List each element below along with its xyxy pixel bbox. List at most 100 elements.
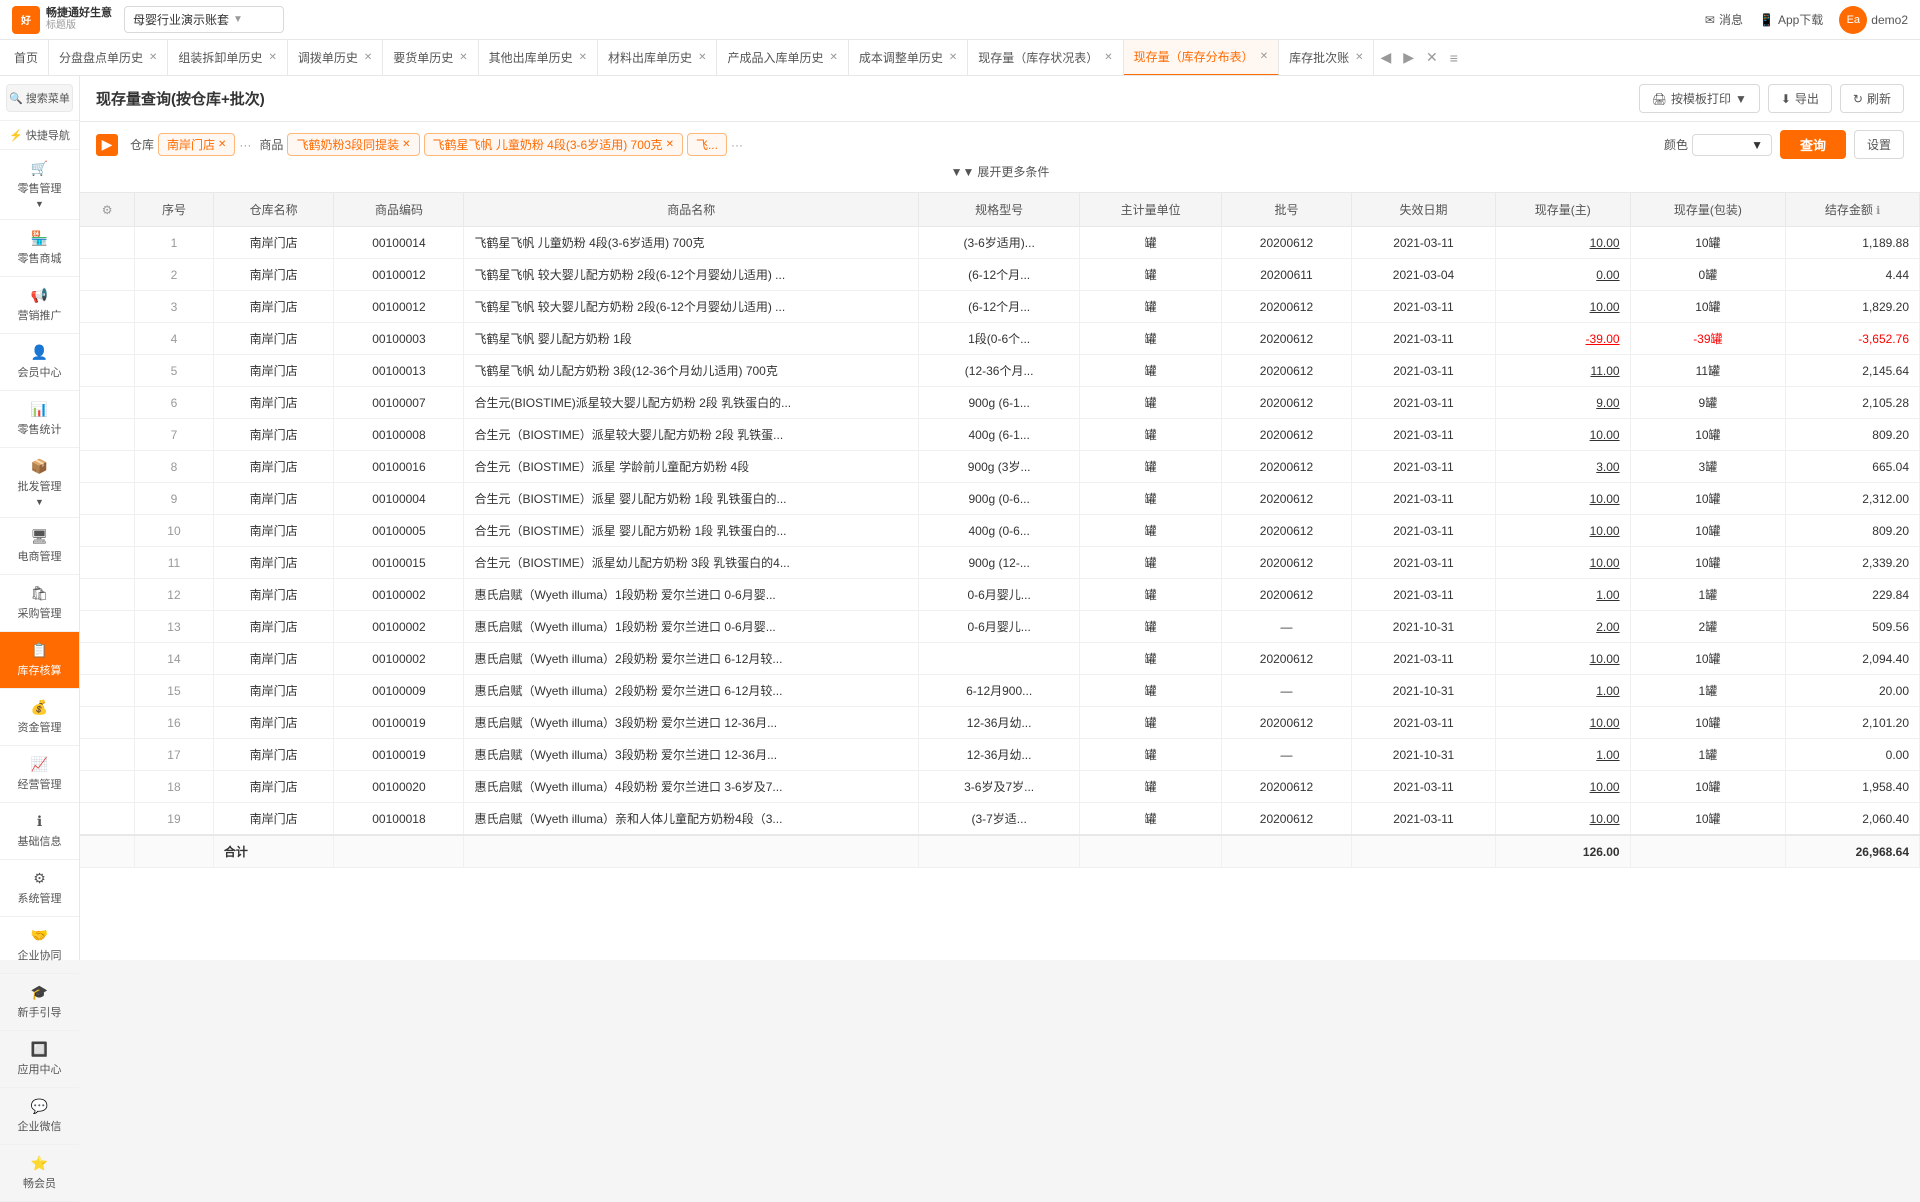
filter-row: ▶ 仓库 南岸门店 ✕ ··· 商品 飞鹤奶粉3段同提装 ✕ <box>96 130 1904 159</box>
table-row: 2 南岸门店 00100012 飞鹤星飞帆 较大婴儿配方奶粉 2段(6-12个月… <box>80 259 1920 291</box>
sidebar-item-corp[interactable]: 🤝 企业协同 <box>0 917 79 974</box>
sidebar-item-wholesale[interactable]: 📦 批发管理 ▼ <box>0 448 79 518</box>
tab-inventory-split[interactable]: 分盘盘点单历史 ✕ <box>49 40 168 76</box>
num-col-header: 序号 <box>135 193 214 227</box>
tab-close-icon[interactable]: ✕ <box>459 52 467 63</box>
quick-nav-btn[interactable]: ⚡ 快捷导航 <box>0 121 79 150</box>
tab-close-icon[interactable]: ✕ <box>1260 51 1268 62</box>
table-row: 3 南岸门店 00100012 飞鹤星飞帆 较大婴儿配方奶粉 2段(6-12个月… <box>80 291 1920 323</box>
tab-home[interactable]: 首页 <box>4 40 49 76</box>
member-icon: 👤 <box>31 344 48 361</box>
tab-close-icon[interactable]: ✕ <box>364 52 372 63</box>
setting-btn[interactable]: 设置 <box>1854 130 1904 159</box>
tab-cost-adjust[interactable]: 成本调整单历史 ✕ <box>849 40 968 76</box>
tab-next-btn[interactable]: ▶ <box>1397 40 1420 76</box>
app-download-btn[interactable]: 📱 App下载 <box>1759 11 1823 28</box>
tab-close-icon[interactable]: ✕ <box>949 52 957 63</box>
tab-prev-btn[interactable]: ◀ <box>1374 40 1397 76</box>
tab-close-icon[interactable]: ✕ <box>149 52 157 63</box>
content-area: 现存量查询(按仓库+批次) 🖨 按模板打印 ▼ ⬇ 导出 ↻ 刷新 <box>80 76 1920 960</box>
arrow-icon: ▼ <box>35 199 44 209</box>
tab-material-out[interactable]: 材料出库单历史 ✕ <box>598 40 717 76</box>
tab-close-icon[interactable]: ✕ <box>579 52 587 63</box>
toggle-icon: ▼▼ <box>951 165 975 179</box>
sidebar-item-member2[interactable]: ⭐ 畅会员 <box>0 1145 79 1202</box>
tab-close-icon[interactable]: ✕ <box>829 52 837 63</box>
product-tag-3: 飞... <box>687 133 727 156</box>
guide-icon: 🎓 <box>31 984 48 1001</box>
tab-require[interactable]: 要货单历史 ✕ <box>383 40 478 76</box>
warehouse-filter-more[interactable]: ··· <box>239 138 251 152</box>
sidebar-item-retail[interactable]: 🛒 零售管理 ▼ <box>0 150 79 220</box>
sidebar-item-apps[interactable]: 🔲 应用中心 <box>0 1031 79 1088</box>
refresh-btn[interactable]: ↻ 刷新 <box>1840 84 1904 113</box>
user-area[interactable]: Ea demo2 <box>1839 6 1908 34</box>
chevron-down-icon: ▼ <box>1751 138 1763 152</box>
product-filter-more[interactable]: ··· <box>731 138 743 152</box>
tab-stock-dist[interactable]: 现存量（库存分布表） ✕ <box>1124 40 1279 76</box>
table-row: 9 南岸门店 00100004 合生元（BIOSTIME）派星 婴儿配方奶粉 1… <box>80 483 1920 515</box>
tab-product-in[interactable]: 产成品入库单历史 ✕ <box>717 40 848 76</box>
logo-text: 畅捷通好生意 标题版 <box>46 7 112 32</box>
balance-col-header: 结存金额 ℹ <box>1786 193 1920 227</box>
remove-product-tag-1-btn[interactable]: ✕ <box>402 139 410 150</box>
table-row: 8 南岸门店 00100016 合生元（BIOSTIME）派星 学龄前儿童配方奶… <box>80 451 1920 483</box>
system-icon: ⚙ <box>33 870 46 887</box>
settings-icon[interactable]: ⚙ <box>102 203 113 217</box>
color-select[interactable]: ▼ <box>1692 134 1772 156</box>
tab-disassemble[interactable]: 组装拆卸单历史 ✕ <box>168 40 287 76</box>
tab-pick[interactable]: 调拨单历史 ✕ <box>288 40 383 76</box>
message-label: 消息 <box>1719 11 1743 28</box>
sidebar-item-purchase[interactable]: 🛍 采购管理 <box>0 575 79 632</box>
total-label: 合计 <box>213 835 334 868</box>
main-layout: 🔍 搜索菜单 ⚡ 快捷导航 🛒 零售管理 ▼ 🏪 零售商城 📢 营销推广 👤 会… <box>0 76 1920 960</box>
sidebar-item-retail-stats[interactable]: 📊 零售统计 <box>0 391 79 448</box>
export-icon: ⬇ <box>1781 92 1791 106</box>
avatar: Ea <box>1839 6 1867 34</box>
sidebar-item-member[interactable]: 👤 会员中心 <box>0 334 79 391</box>
sidebar-item-guide[interactable]: 🎓 新手引导 <box>0 974 79 1031</box>
search-btn[interactable]: 查询 <box>1780 130 1846 159</box>
table-row: 16 南岸门店 00100019 惠氏启赋（Wyeth illuma）3段奶粉 … <box>80 707 1920 739</box>
sidebar-item-marketing[interactable]: 📢 营销推广 <box>0 277 79 334</box>
table-row: 12 南岸门店 00100002 惠氏启赋（Wyeth illuma）1段奶粉 … <box>80 579 1920 611</box>
sidebar-item-finance[interactable]: 💰 资金管理 <box>0 689 79 746</box>
tab-other-out[interactable]: 其他出库单历史 ✕ <box>479 40 598 76</box>
inventory-icon: 📋 <box>31 642 48 659</box>
sidebar-item-ops[interactable]: 📈 经营管理 <box>0 746 79 803</box>
tab-close-icon[interactable]: ✕ <box>268 52 276 63</box>
table-row: 11 南岸门店 00100015 合生元（BIOSTIME）派星幼儿配方奶粉 3… <box>80 547 1920 579</box>
table-row: 7 南岸门店 00100008 合生元（BIOSTIME）派星较大婴儿配方奶粉 … <box>80 419 1920 451</box>
tab-close-all-btn[interactable]: ✕ <box>1420 40 1444 76</box>
table-container[interactable]: ⚙ 序号 仓库名称 商品编码 商品名称 规格型号 主计量单位 批号 失效日期 现… <box>80 193 1920 960</box>
remove-warehouse-tag-btn[interactable]: ✕ <box>218 139 226 150</box>
remove-product-tag-2-btn[interactable]: ✕ <box>666 139 674 150</box>
tab-close-icon[interactable]: ✕ <box>1104 52 1112 63</box>
tab-batch-ledger[interactable]: 库存批次账 ✕ <box>1279 40 1374 76</box>
table-footer: 合计 126.00 26,968.64 <box>80 835 1920 868</box>
info-icon[interactable]: ℹ <box>1876 205 1880 217</box>
search-menu-btn[interactable]: 🔍 搜索菜单 <box>6 84 73 112</box>
sidebar-item-retail-shop[interactable]: 🏪 零售商城 <box>0 220 79 277</box>
sidebar-item-inventory[interactable]: 📋 库存核算 <box>0 632 79 689</box>
tab-menu-btn[interactable]: ≡ <box>1444 40 1464 76</box>
sidebar-item-system[interactable]: ⚙ 系统管理 <box>0 860 79 917</box>
table-row: 6 南岸门店 00100007 合生元(BIOSTIME)派星较大婴儿配方奶粉 … <box>80 387 1920 419</box>
tab-close-icon[interactable]: ✕ <box>1355 52 1363 63</box>
settings-col-header[interactable]: ⚙ <box>80 193 135 227</box>
filter-expand-btn[interactable]: ▶ <box>96 134 118 156</box>
table-row: 14 南岸门店 00100002 惠氏启赋（Wyeth illuma）2段奶粉 … <box>80 643 1920 675</box>
warehouse-select-label: 母婴行业演示账套 <box>133 11 229 28</box>
sidebar-item-ecommerce[interactable]: 🖥 电商管理 <box>0 518 79 575</box>
tab-stock-status[interactable]: 现存量（库存状况表） ✕ <box>968 40 1123 76</box>
warehouse-filter-label: 仓库 <box>130 136 154 153</box>
filter-toggle[interactable]: ▼▼ 展开更多条件 <box>96 159 1904 184</box>
tab-close-icon[interactable]: ✕ <box>698 52 706 63</box>
message-btn[interactable]: ✉ 消息 <box>1705 11 1743 28</box>
sidebar-item-wechat[interactable]: 💬 企业微信 <box>0 1088 79 1145</box>
print-btn[interactable]: 🖨 按模板打印 ▼ <box>1639 84 1760 113</box>
warehouse-select[interactable]: 母婴行业演示账套 ▼ <box>124 6 284 33</box>
sidebar-item-basic[interactable]: ℹ 基础信息 <box>0 803 79 860</box>
export-btn[interactable]: ⬇ 导出 <box>1768 84 1832 113</box>
stock-main-col-header: 现存量(主) <box>1496 193 1631 227</box>
